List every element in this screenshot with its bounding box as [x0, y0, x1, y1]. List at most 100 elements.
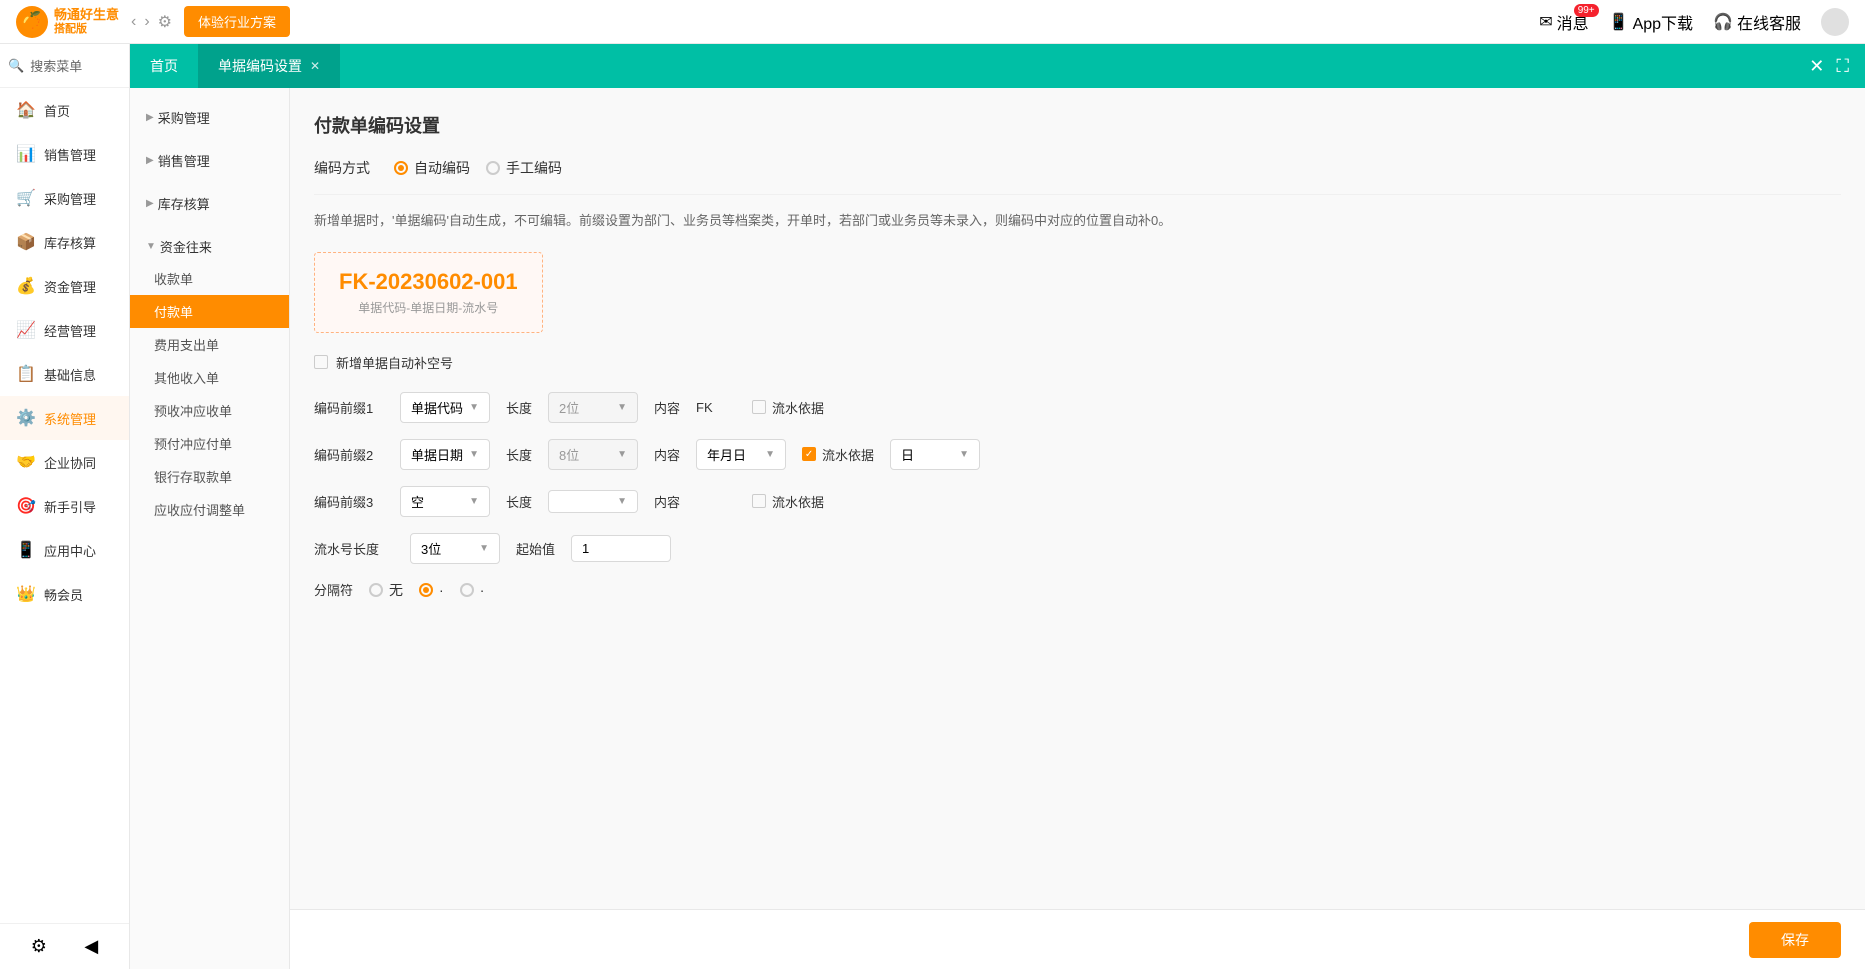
nav-group-inventory: ▶ 库存核算 — [130, 182, 289, 225]
serial3-checkbox[interactable] — [752, 494, 766, 508]
length1-arrow-icon: ▼ — [617, 402, 627, 413]
serial1-checkbox[interactable] — [752, 400, 766, 414]
sidebar-item-finance[interactable]: 💰 资金管理 — [0, 264, 129, 308]
tab-encode-settings-label: 单据编码设置 — [218, 56, 302, 76]
manual-encode-radio[interactable]: 手工编码 — [486, 158, 562, 178]
save-button[interactable]: 保存 — [1749, 922, 1841, 958]
tab-bar-right: ✕ ⛶ — [1809, 56, 1865, 77]
sidebar-item-member[interactable]: 👑 畅会员 — [0, 572, 129, 616]
user-avatar[interactable] — [1821, 8, 1849, 36]
prefix3-value: 空 — [411, 492, 424, 511]
brand: 🍊 畅通好生意 搭配版 — [16, 6, 119, 38]
sidebar-item-basic-info[interactable]: 📋 基础信息 — [0, 352, 129, 396]
serial-length-select[interactable]: 3位 ▼ — [410, 533, 500, 564]
period-select[interactable]: 日 ▼ — [890, 439, 980, 470]
separator-dot-radio[interactable]: · — [419, 582, 444, 598]
search-menu[interactable]: 🔍 搜索菜单 — [0, 44, 129, 88]
prefix1-value: 单据代码 — [411, 398, 463, 417]
serial-length-arrow-icon: ▼ — [479, 543, 489, 554]
nav-item-bank[interactable]: 银行存取款单 — [130, 460, 289, 493]
config-row-3: 编码前缀3 空 ▼ 长度 ▼ 内容 — [314, 486, 1841, 517]
tab-home[interactable]: 首页 — [130, 44, 198, 88]
nav-group-purchase-title[interactable]: ▶ 采购管理 — [130, 102, 289, 133]
length1-value: 2位 — [559, 398, 579, 417]
online-service-button[interactable]: 🎧 在线客服 — [1713, 10, 1801, 34]
length2-select[interactable]: 8位 ▼ — [548, 439, 638, 470]
tab-maximize-icon[interactable]: ⛶ — [1836, 56, 1849, 77]
top-bar-right: ✉ 消息 99+ 📱 App下载 🎧 在线客服 — [1539, 8, 1849, 36]
content1-label: 内容 — [654, 398, 680, 417]
nav-item-payment[interactable]: 付款单 — [130, 295, 289, 328]
serial-length-row: 流水号长度 3位 ▼ 起始值 — [314, 533, 1841, 564]
sidebar-item-home[interactable]: 🏠 首页 — [0, 88, 129, 132]
settings-icon[interactable]: ⚙ — [158, 12, 172, 32]
sidebar-item-operations-label: 经营管理 — [44, 321, 96, 340]
purchase-icon: 🛒 — [16, 188, 36, 208]
sidebar-item-inventory[interactable]: 📦 库存核算 — [0, 220, 129, 264]
arrow-icon: ▶ — [146, 112, 154, 123]
length3-arrow-icon: ▼ — [617, 496, 627, 507]
nav-item-pre-payment[interactable]: 预付冲应付单 — [130, 427, 289, 460]
settings-bottom-icon[interactable]: ⚙ — [31, 936, 47, 957]
separator-none-radio[interactable]: 无 — [369, 580, 403, 600]
config-row-1: 编码前缀1 单据代码 ▼ 长度 2位 ▼ 内容 — [314, 392, 1841, 423]
experience-button[interactable]: 体验行业方案 — [184, 6, 290, 37]
sidebar-item-enterprise[interactable]: 🤝 企业协同 — [0, 440, 129, 484]
period-arrow-icon: ▼ — [959, 449, 969, 460]
sidebar-item-operations[interactable]: 📈 经营管理 — [0, 308, 129, 352]
nav-item-pre-receipt[interactable]: 预收冲应收单 — [130, 394, 289, 427]
separator-dash-radio[interactable]: · — [460, 582, 485, 598]
nav-group-inventory-title[interactable]: ▶ 库存核算 — [130, 188, 289, 219]
nav-item-expense[interactable]: 费用支出单 — [130, 328, 289, 361]
content1-value: FK — [696, 400, 736, 415]
preview-label: 单据代码-单据日期-流水号 — [339, 299, 518, 316]
sidebar-item-app-center[interactable]: 📱 应用中心 — [0, 528, 129, 572]
inventory-icon: 📦 — [16, 232, 36, 252]
start-value-input[interactable] — [571, 535, 671, 562]
manual-encode-label: 手工编码 — [506, 158, 562, 178]
tab-encode-settings[interactable]: 单据编码设置 ✕ — [198, 44, 340, 88]
sales-icon: 📊 — [16, 144, 36, 164]
separator-label: 分隔符 — [314, 580, 353, 599]
app-download-button[interactable]: 📱 App下载 — [1609, 10, 1693, 34]
serial2-label: 流水依据 — [822, 445, 874, 464]
nav-group-purchase: ▶ 采购管理 — [130, 96, 289, 139]
tab-close-icon[interactable]: ✕ — [310, 59, 320, 73]
prefix2-select[interactable]: 单据日期 ▼ — [400, 439, 490, 470]
collapse-icon[interactable]: ◀ — [84, 936, 98, 957]
length1-select[interactable]: 2位 ▼ — [548, 392, 638, 423]
message-button[interactable]: ✉ 消息 99+ — [1539, 10, 1588, 34]
nav-item-other-income[interactable]: 其他收入单 — [130, 361, 289, 394]
sidebar-item-purchase[interactable]: 🛒 采购管理 — [0, 176, 129, 220]
sidebar-item-sales[interactable]: 📊 销售管理 — [0, 132, 129, 176]
serial2-checkbox[interactable]: ✓ — [802, 447, 816, 461]
prefix3-select[interactable]: 空 ▼ — [400, 486, 490, 517]
brand-name: 畅通好生意 — [54, 7, 119, 23]
sidebar-item-guide-label: 新手引导 — [44, 497, 96, 516]
nav-back-icon[interactable]: ‹ — [131, 13, 136, 31]
nav-group-sales-title[interactable]: ▶ 销售管理 — [130, 145, 289, 176]
length1-label: 长度 — [506, 398, 532, 417]
system-icon: ⚙️ — [16, 408, 36, 428]
page-title: 付款单编码设置 — [314, 112, 1841, 138]
length2-arrow-icon: ▼ — [617, 449, 627, 460]
sidebar-item-system[interactable]: ⚙️ 系统管理 — [0, 396, 129, 440]
sidebar-item-guide[interactable]: 🎯 新手引导 — [0, 484, 129, 528]
nav-item-receipt[interactable]: 收款单 — [130, 262, 289, 295]
auto-encode-radio[interactable]: 自动编码 — [394, 158, 470, 178]
nav-forward-icon[interactable]: › — [144, 13, 149, 31]
finance-icon: 💰 — [16, 276, 36, 296]
auto-fill-checkbox[interactable] — [314, 355, 328, 369]
tab-home-label: 首页 — [150, 56, 178, 76]
nav-item-adjustment[interactable]: 应收应付调整单 — [130, 493, 289, 526]
app-download-label: App下载 — [1633, 10, 1693, 34]
content2-select[interactable]: 年月日 ▼ — [696, 439, 786, 470]
tab-minimize-icon[interactable]: ✕ — [1809, 56, 1824, 77]
operations-icon: 📈 — [16, 320, 36, 340]
prefix1-select[interactable]: 单据代码 ▼ — [400, 392, 490, 423]
nav-group-funds-title[interactable]: ▼ 资金往来 — [130, 231, 289, 262]
length3-select[interactable]: ▼ — [548, 490, 638, 513]
prefix3-arrow-icon: ▼ — [469, 496, 479, 507]
arrow-down-icon: ▼ — [146, 241, 156, 252]
sidebar-bottom: ⚙ ◀ — [0, 923, 129, 969]
